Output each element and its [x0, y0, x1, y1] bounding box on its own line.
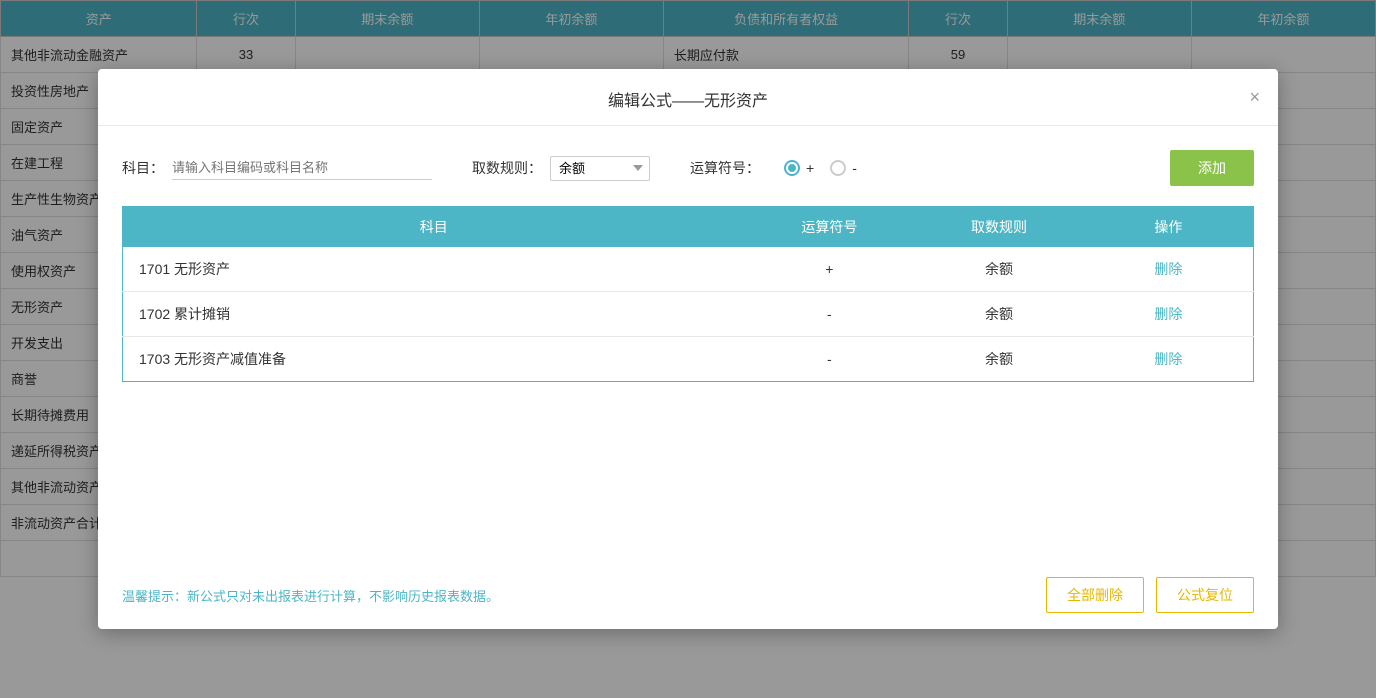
modal: 编辑公式——无形资产 × 科目： 取数规则： 余额 借方发生额 贷方发生额 期初…	[98, 69, 1278, 629]
form-row: 科目： 取数规则： 余额 借方发生额 贷方发生额 期初余额 运算符号：	[122, 150, 1254, 186]
subject-input[interactable]	[172, 156, 432, 180]
modal-overlay: 编辑公式——无形资产 × 科目： 取数规则： 余额 借方发生额 贷方发生额 期初…	[0, 0, 1376, 698]
delete-link[interactable]: 删除	[1154, 351, 1182, 367]
radio-minus-circle	[830, 160, 846, 176]
formula-row: 1703 无形资产减值准备 - 余额 删除	[123, 337, 1254, 382]
formula-operator: +	[745, 247, 915, 292]
formula-action: 删除	[1084, 337, 1254, 382]
table-header-subject: 科目	[123, 207, 745, 248]
rule-select[interactable]: 余额 借方发生额 贷方发生额 期初余额	[550, 156, 650, 181]
delete-all-button[interactable]: 全部删除	[1046, 577, 1144, 613]
rule-group: 取数规则： 余额 借方发生额 贷方发生额 期初余额	[472, 156, 650, 181]
modal-footer: 温馨提示：新公式只对未出报表进行计算，不影响历史报表数据。 全部删除 公式复位	[98, 561, 1278, 629]
operator-minus-label: -	[852, 160, 857, 176]
formula-rule: 余额	[914, 247, 1084, 292]
formula-subject: 1702 累计摊销	[123, 292, 745, 337]
table-header-rule: 取数规则	[914, 207, 1084, 248]
modal-body: 科目： 取数规则： 余额 借方发生额 贷方发生额 期初余额 运算符号：	[98, 126, 1278, 561]
close-icon[interactable]: ×	[1249, 88, 1260, 106]
formula-rule: 余额	[914, 337, 1084, 382]
formula-action: 删除	[1084, 292, 1254, 337]
formula-row: 1701 无形资产 + 余额 删除	[123, 247, 1254, 292]
rule-label: 取数规则：	[472, 158, 542, 178]
radio-plus-circle	[784, 160, 800, 176]
operator-minus-radio[interactable]: -	[830, 160, 857, 176]
delete-link[interactable]: 删除	[1154, 306, 1182, 322]
footer-tip: 温馨提示：新公式只对未出报表进行计算，不影响历史报表数据。	[122, 586, 499, 605]
modal-header: 编辑公式——无形资产 ×	[98, 69, 1278, 126]
formula-table: 科目 运算符号 取数规则 操作 1701 无形资产 + 余额 删除 1702 累…	[122, 206, 1254, 382]
reset-formula-button[interactable]: 公式复位	[1156, 577, 1254, 613]
modal-title: 编辑公式——无形资产	[608, 87, 768, 111]
formula-row: 1702 累计摊销 - 余额 删除	[123, 292, 1254, 337]
formula-rule: 余额	[914, 292, 1084, 337]
formula-operator: -	[745, 292, 915, 337]
formula-operator: -	[745, 337, 915, 382]
operator-plus-radio[interactable]: +	[784, 160, 814, 176]
table-header-operator: 运算符号	[745, 207, 915, 248]
formula-subject: 1703 无形资产减值准备	[123, 337, 745, 382]
operator-label: 运算符号：	[690, 158, 760, 178]
table-header-action: 操作	[1084, 207, 1254, 248]
operator-group: 运算符号： + -	[690, 158, 857, 178]
footer-buttons: 全部删除 公式复位	[1046, 577, 1254, 613]
formula-action: 删除	[1084, 247, 1254, 292]
add-button[interactable]: 添加	[1170, 150, 1254, 186]
formula-subject: 1701 无形资产	[123, 247, 745, 292]
operator-plus-label: +	[806, 160, 814, 176]
delete-link[interactable]: 删除	[1154, 261, 1182, 277]
subject-label: 科目：	[122, 158, 164, 178]
